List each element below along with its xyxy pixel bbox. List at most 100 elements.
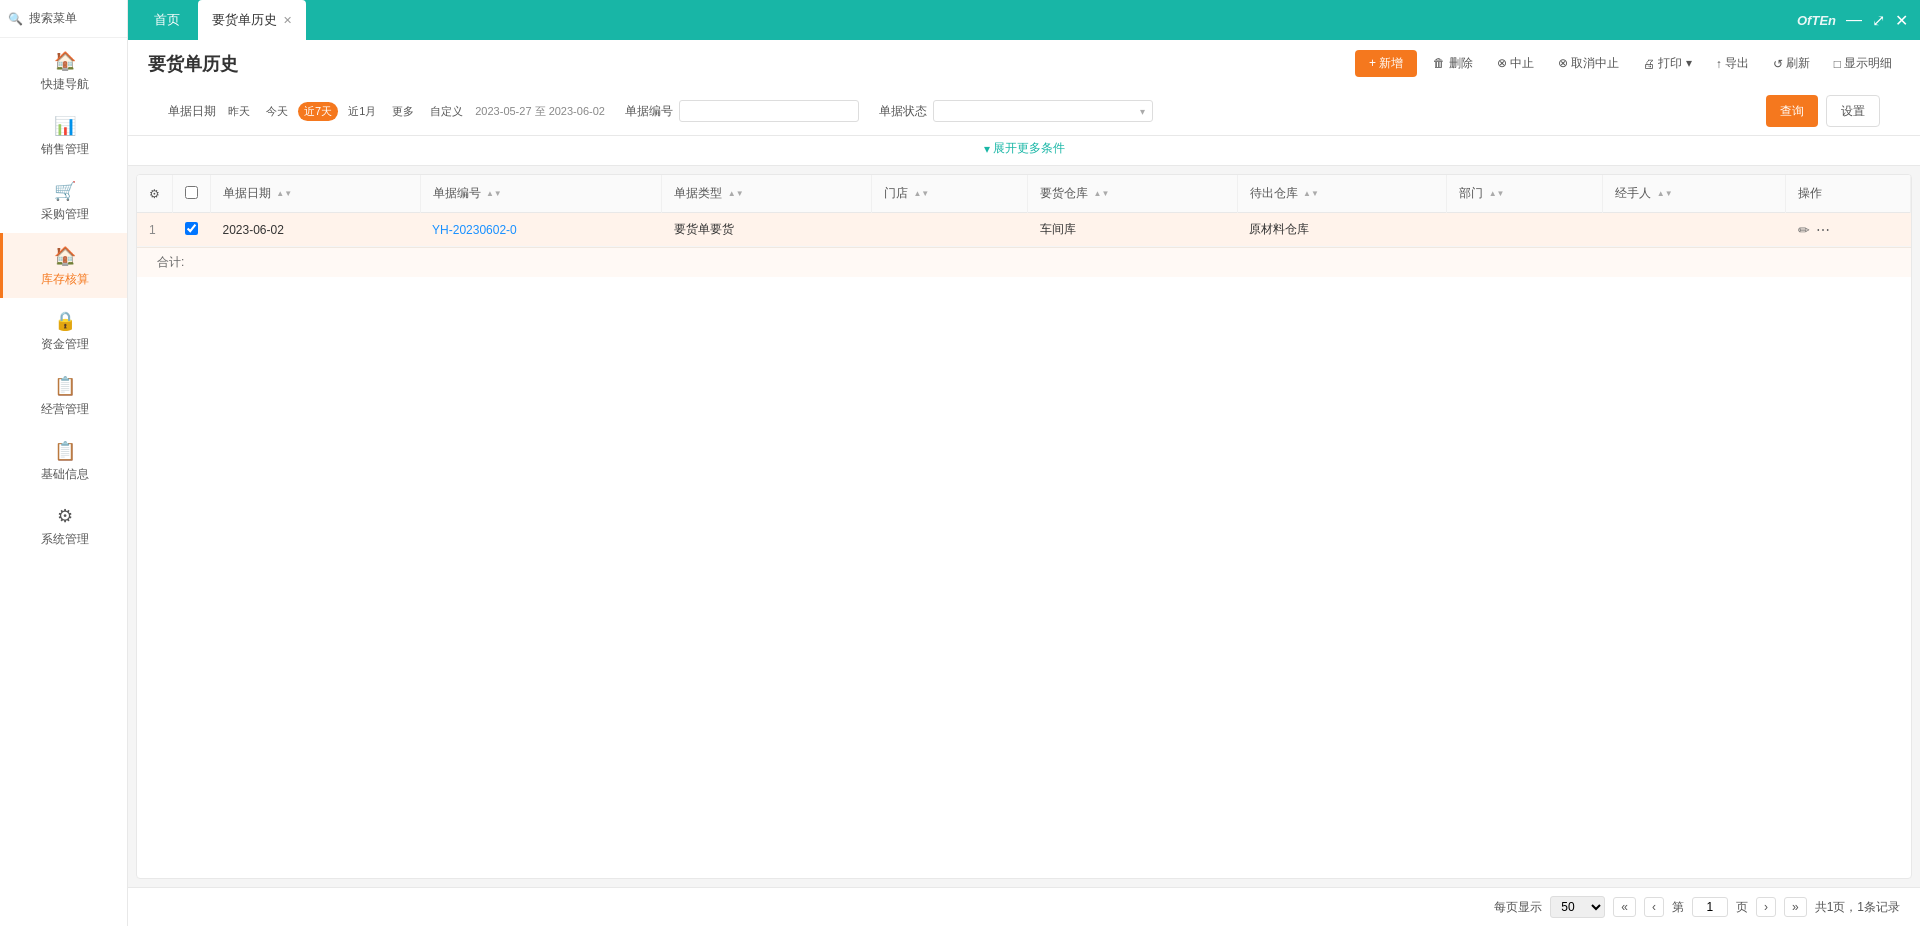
last-page-button[interactable]: » — [1784, 897, 1807, 917]
content-area: 要货单历史 + 新增 🗑 删除 ⊗ 中止 ⊗ 取消中止 🖨 🖨 打印 打印 ▾ … — [128, 40, 1920, 926]
row-store — [872, 213, 1028, 247]
sort-icon-handler[interactable]: ▲▼ — [1657, 190, 1673, 198]
row-doc-date: 2023-06-02 — [211, 213, 421, 247]
date-filter-label: 单据日期 — [168, 103, 216, 120]
settings-icon[interactable]: ⚙ — [149, 187, 160, 201]
table-body: 1 2023-06-02 YH-20230602-0 要货单要货 车间库 原材料… — [137, 213, 1911, 247]
tab-home[interactable]: 首页 — [140, 0, 194, 40]
refresh-button[interactable]: ↺ 刷新 — [1765, 51, 1818, 76]
filter-expand-row: ▾ 展开更多条件 — [128, 136, 1920, 166]
page-size-select[interactable]: 50 10 20 100 — [1550, 896, 1605, 918]
stop-button[interactable]: ⊗ 中止 — [1489, 51, 1542, 76]
delete-button[interactable]: 🗑 删除 — [1425, 51, 1480, 76]
next-page-button[interactable]: › — [1756, 897, 1776, 917]
maximize-button[interactable]: ⤢ — [1872, 11, 1885, 30]
row-select-checkbox[interactable] — [185, 222, 198, 235]
date-btn-today[interactable]: 今天 — [260, 102, 294, 121]
expand-icon: ▾ — [984, 142, 990, 156]
sidebar-label-system-mgmt: 系统管理 — [41, 531, 89, 548]
expand-more-button[interactable]: ▾ 展开更多条件 — [984, 140, 1065, 157]
sidebar-item-purchase-mgmt[interactable]: 🛒 采购管理 — [0, 168, 127, 233]
brand-text: OfTEn — [1797, 13, 1836, 28]
sidebar-item-basic-info[interactable]: 📋 基础信息 — [0, 428, 127, 493]
sort-icon-department[interactable]: ▲▼ — [1489, 190, 1505, 198]
table-footer: 合计: — [137, 247, 1911, 277]
sort-icon-date[interactable]: ▲▼ — [276, 190, 292, 198]
filter-row: 单据日期 昨天 今天 近7天 近1月 更多 自定义 2023-05-27 至 2… — [148, 87, 1900, 135]
table-container: ⚙ 单据日期 ▲▼ 单据编号 ▲▼ 单据类型 ▲▼ — [136, 174, 1912, 879]
first-page-button[interactable]: « — [1613, 897, 1636, 917]
sidebar-search[interactable]: 🔍 搜索菜单 — [0, 0, 127, 38]
row-more-icon[interactable]: ⋯ — [1816, 222, 1830, 238]
sort-icon-req-warehouse[interactable]: ▲▼ — [1094, 190, 1110, 198]
page-number-input[interactable] — [1692, 897, 1728, 917]
print-button[interactable]: 🖨 🖨 打印 打印 ▾ — [1635, 51, 1699, 76]
th-department: 部门 ▲▼ — [1447, 175, 1603, 213]
table-row: 1 2023-06-02 YH-20230602-0 要货单要货 车间库 原材料… — [137, 213, 1911, 247]
sort-icon-pending-warehouse[interactable]: ▲▼ — [1303, 190, 1319, 198]
sidebar-label-sales-mgmt: 销售管理 — [41, 141, 89, 158]
query-button[interactable]: 查询 — [1766, 95, 1818, 127]
select-all-checkbox[interactable] — [185, 186, 198, 199]
sort-icon-type[interactable]: ▲▼ — [728, 190, 744, 198]
gear-icon: ⚙ — [57, 505, 73, 527]
date-btn-7days[interactable]: 近7天 — [298, 102, 338, 121]
page-size-label: 每页显示 — [1494, 899, 1542, 916]
search-icon: 🔍 — [8, 12, 23, 26]
export-button[interactable]: ↑ 导出 — [1708, 51, 1757, 76]
page-title-row: 要货单历史 + 新增 🗑 删除 ⊗ 中止 ⊗ 取消中止 🖨 🖨 打印 打印 ▾ … — [148, 50, 1900, 77]
show-detail-button[interactable]: □ □ 显示明细 显示明细 — [1826, 51, 1900, 76]
checkbox-icon: □ — [1834, 57, 1841, 71]
docstatus-select-wrapper — [933, 100, 1153, 122]
sidebar-item-sales-mgmt[interactable]: 📊 销售管理 — [0, 103, 127, 168]
topbar: 首页 要货单历史 ✕ OfTEn — ⤢ ✕ — [128, 0, 1920, 40]
date-range-display: 2023-05-27 至 2023-06-02 — [475, 104, 605, 119]
doc-number-link[interactable]: YH-20230602-0 — [432, 223, 517, 237]
row-edit-icon[interactable]: ✏ — [1798, 222, 1810, 238]
sidebar-item-quick-nav[interactable]: 🏠 快捷导航 — [0, 38, 127, 103]
cancel-stop-button[interactable]: ⊗ 取消中止 — [1550, 51, 1627, 76]
row-settings: 1 — [137, 213, 173, 247]
lock-icon: 🔒 — [54, 310, 76, 332]
row-doc-type: 要货单要货 — [662, 213, 872, 247]
docstatus-filter-select[interactable] — [933, 100, 1153, 122]
date-btn-more[interactable]: 更多 — [386, 102, 420, 121]
sidebar-label-purchase-mgmt: 采购管理 — [41, 206, 89, 223]
row-actions: ✏ ⋯ — [1786, 213, 1911, 247]
sidebar-item-operations-mgmt[interactable]: 📋 经营管理 — [0, 363, 127, 428]
prev-page-button[interactable]: ‹ — [1644, 897, 1664, 917]
th-store: 门店 ▲▼ — [872, 175, 1028, 213]
total-label: 合计: — [157, 255, 184, 269]
sidebar-search-label: 搜索菜单 — [29, 10, 77, 27]
row-checkbox — [173, 213, 211, 247]
th-pending-warehouse: 待出仓库 ▲▼ — [1237, 175, 1447, 213]
sidebar-item-finance-mgmt[interactable]: 🔒 资金管理 — [0, 298, 127, 363]
settings-button[interactable]: 设置 — [1826, 95, 1880, 127]
date-btn-1month[interactable]: 近1月 — [342, 102, 382, 121]
sort-icon-number[interactable]: ▲▼ — [486, 190, 502, 198]
row-req-warehouse: 车间库 — [1028, 213, 1238, 247]
tab-requisition-history[interactable]: 要货单历史 ✕ — [198, 0, 306, 40]
print-icon: 🖨 — [1643, 57, 1655, 71]
cart-icon: 🛒 — [54, 180, 76, 202]
sort-icon-store[interactable]: ▲▼ — [913, 190, 929, 198]
main-area: 首页 要货单历史 ✕ OfTEn — ⤢ ✕ 要货单历史 + 新增 🗑 删除 ⊗… — [128, 0, 1920, 926]
close-button[interactable]: ✕ — [1895, 11, 1908, 30]
row-pending-warehouse: 原材料仓库 — [1237, 213, 1447, 247]
th-doc-type: 单据类型 ▲▼ — [662, 175, 872, 213]
tab-close-icon[interactable]: ✕ — [283, 14, 292, 27]
minimize-button[interactable]: — — [1846, 11, 1862, 29]
date-btn-yesterday[interactable]: 昨天 — [222, 102, 256, 121]
th-doc-date: 单据日期 ▲▼ — [211, 175, 421, 213]
pagination-bar: 每页显示 50 10 20 100 « ‹ 第 页 › » 共1页，1条记录 — [128, 887, 1920, 926]
refresh-icon: ↺ — [1773, 57, 1783, 71]
row-department — [1447, 213, 1603, 247]
date-btn-custom[interactable]: 自定义 — [424, 102, 469, 121]
sidebar-item-inventory-mgmt[interactable]: 🏠 库存核算 — [0, 233, 127, 298]
row-handler — [1603, 213, 1786, 247]
page-label: 第 — [1672, 899, 1684, 916]
sidebar-item-system-mgmt[interactable]: ⚙ 系统管理 — [0, 493, 127, 558]
th-handler: 经手人 ▲▼ — [1603, 175, 1786, 213]
new-button[interactable]: + 新增 — [1355, 50, 1417, 77]
docnumber-filter-input[interactable] — [679, 100, 859, 122]
